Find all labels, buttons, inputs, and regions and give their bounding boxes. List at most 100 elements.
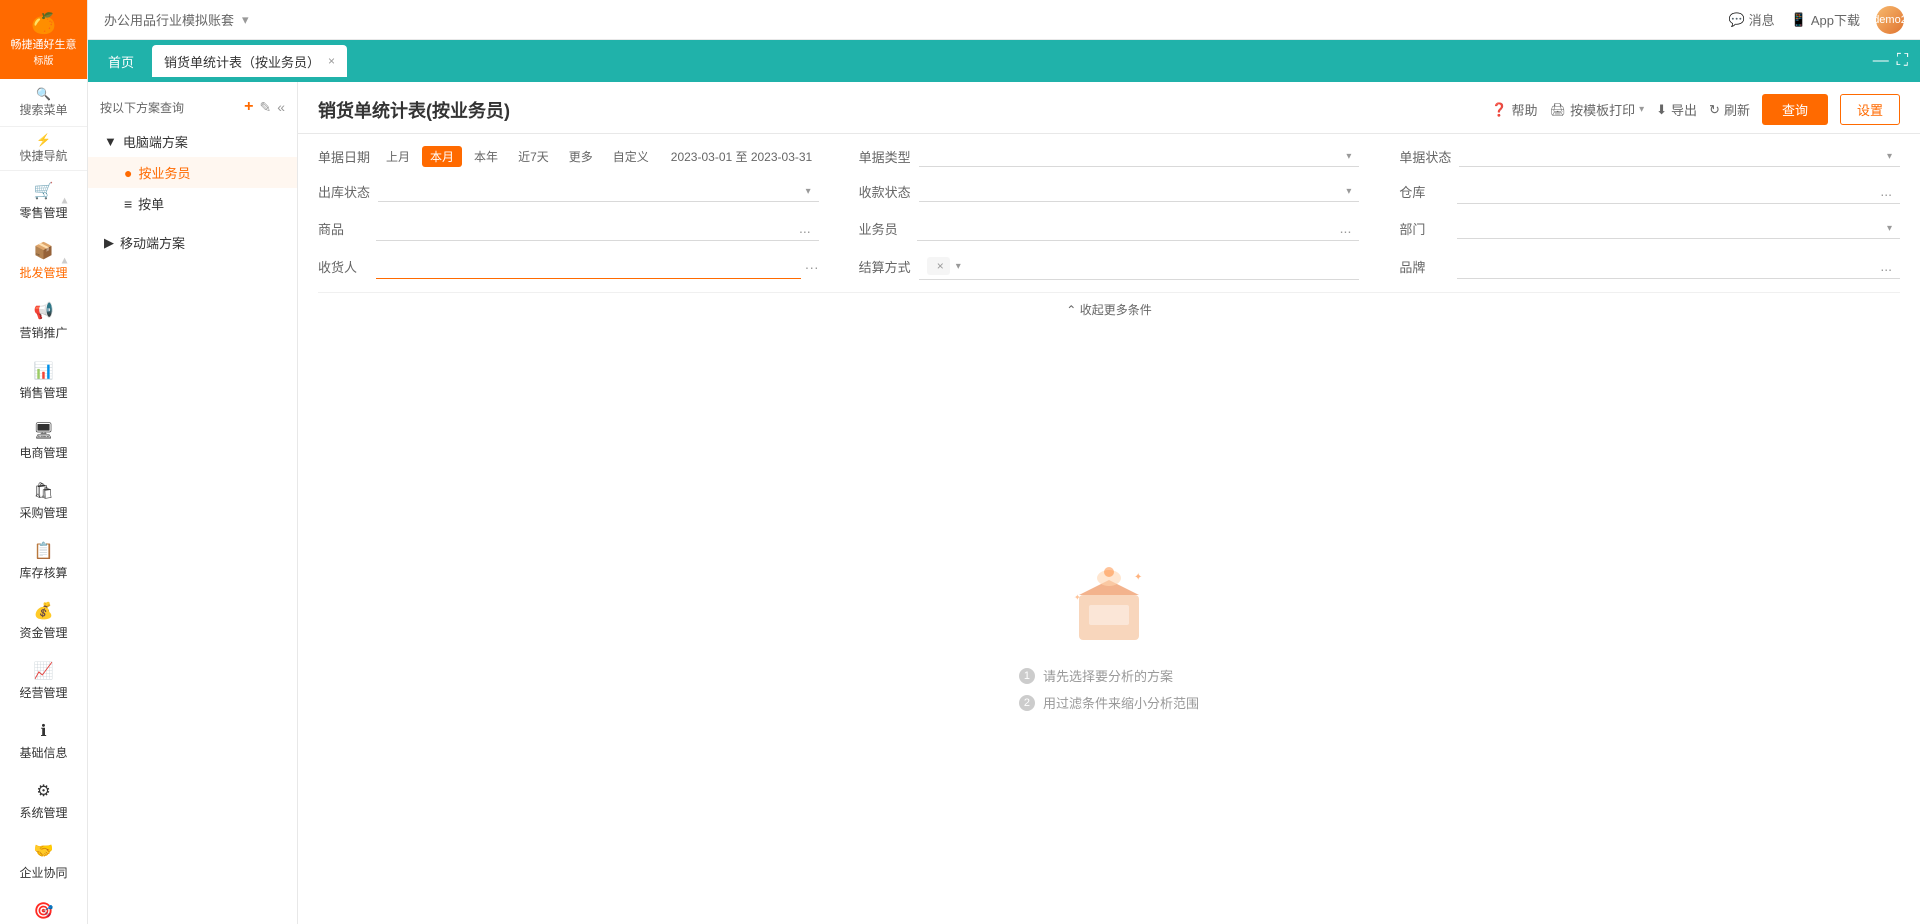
- hint-text-2: 用过滤条件来缩小分析范围: [1043, 693, 1199, 712]
- date-tab-more[interactable]: 更多: [561, 146, 601, 167]
- add-scheme-button[interactable]: +: [244, 98, 253, 116]
- sidebar-item-采购管理[interactable]: 🛍 采购管理: [13, 471, 73, 531]
- nav-label-11: 企业协同: [19, 864, 67, 881]
- collectstatus-select[interactable]: ▾: [919, 182, 1360, 202]
- docstatus-select[interactable]: ▾: [1459, 147, 1900, 167]
- quick-icon: ⚡: [36, 133, 51, 147]
- date-range-display: 2023-03-01 至 2023-03-31: [671, 148, 812, 165]
- nav-icon-11: 🤝: [34, 841, 54, 861]
- sidebar-item-零售管理[interactable]: 🛒 零售管理 ▲: [13, 171, 73, 231]
- empty-illustration: ✦ ✦: [1059, 550, 1159, 650]
- tab-restore-icon[interactable]: —: [1873, 52, 1889, 70]
- salesperson-more-button[interactable]: ...: [1340, 220, 1352, 236]
- hint-text-1: 请先选择要分析的方案: [1043, 666, 1173, 685]
- tree-child-salesperson[interactable]: ● 按业务员: [88, 157, 297, 188]
- sidebar-item-库存核算[interactable]: 📋 库存核算: [13, 531, 73, 591]
- date-tab-last-month[interactable]: 上月: [378, 146, 418, 167]
- message-button[interactable]: 💬 消息: [1728, 10, 1774, 29]
- tab-maximize-icon[interactable]: ⛶: [1897, 52, 1908, 70]
- warehouse-more-button[interactable]: ...: [1880, 183, 1892, 199]
- date-tab-this-year[interactable]: 本年: [466, 146, 506, 167]
- tree-parent-label-mobile: 移动端方案: [120, 233, 185, 252]
- sidebar-search[interactable]: 🔍 搜索菜单: [0, 79, 87, 127]
- nav-label-6: 库存核算: [19, 564, 67, 581]
- nav-label-7: 资金管理: [19, 624, 67, 641]
- nav-icon-12: 🎯: [34, 901, 54, 921]
- refresh-button[interactable]: ↻ 刷新: [1709, 100, 1750, 119]
- page-title: 销货单统计表(按业务员): [318, 97, 510, 123]
- print-dropdown-icon[interactable]: ▾: [1639, 104, 1644, 115]
- settle-clear-button[interactable]: ×: [937, 259, 944, 273]
- tree-group-desktop: ▼ 电脑端方案 ● 按业务员 ≡ 按单: [88, 122, 297, 223]
- export-icon: ⬇: [1656, 102, 1667, 118]
- filter-goods-item: 商品 ...: [318, 216, 819, 241]
- user-avatar[interactable]: demo2: [1876, 6, 1904, 34]
- logo-text: 畅捷通好生意: [11, 39, 77, 51]
- sidebar-logo[interactable]: 🍊 畅捷通好生意 标版: [0, 0, 87, 79]
- topbar-dropdown-icon[interactable]: ▾: [242, 12, 249, 28]
- top-bar: 办公用品行业模拟账套 ▾ 💬 消息 📱 App下载 demo2: [88, 0, 1920, 40]
- logo-icon: 🍊: [8, 10, 79, 38]
- tab-close-icon[interactable]: ×: [328, 54, 335, 68]
- settle-dropdown-icon[interactable]: ▾: [956, 261, 961, 272]
- export-button[interactable]: ⬇ 导出: [1656, 100, 1697, 119]
- message-icon: 💬: [1728, 12, 1744, 28]
- sidebar-item-电商管理[interactable]: 🖥 电商管理: [13, 411, 73, 471]
- doctype-select[interactable]: ▾: [919, 147, 1360, 167]
- nav-icon-5: 🛍: [33, 481, 53, 501]
- filter-docstatus-item: 单据状态 ▾: [1399, 147, 1900, 167]
- doctype-dropdown-icon: ▾: [1346, 151, 1351, 162]
- print-button[interactable]: 🖨 按模板打印 ▾: [1550, 100, 1645, 119]
- tab-home[interactable]: 首页: [92, 40, 150, 82]
- empty-text-block: 1 请先选择要分析的方案 2 用过滤条件来缩小分析范围: [1019, 666, 1199, 712]
- sidebar-item-经营管理[interactable]: 📈 经营管理: [13, 651, 73, 711]
- user-name: demo2: [1873, 14, 1907, 26]
- date-tab-7days[interactable]: 近7天: [510, 146, 557, 167]
- sidebar-item-批发管理[interactable]: 📦 批发管理 ▲: [13, 231, 73, 291]
- empty-hint-1: 1 请先选择要分析的方案: [1019, 666, 1199, 685]
- sidebar-item-系统管理[interactable]: ⚙ 系统管理: [13, 771, 73, 831]
- refresh-icon: ↻: [1709, 102, 1720, 118]
- consignee-input[interactable]: [376, 255, 801, 279]
- docstatus-label: 单据状态: [1399, 147, 1451, 166]
- dept-select[interactable]: ▾: [1457, 219, 1900, 239]
- help-button[interactable]: ❓ 帮助: [1491, 100, 1537, 119]
- tree-parent-mobile[interactable]: ▶ 移动端方案: [88, 227, 297, 258]
- sidebar-item-营销推广[interactable]: 📢 营销推广: [13, 291, 73, 351]
- collapse-filters-button[interactable]: ⌃ 收起更多条件: [318, 292, 1900, 326]
- sidebar-item-新手引导[interactable]: 🎯 新手引导: [13, 891, 73, 924]
- top-bar-right: 💬 消息 📱 App下载 demo2: [1728, 6, 1904, 34]
- consignee-more-button[interactable]: ···: [805, 259, 819, 275]
- filter-date-item: 单据日期 上月 本月 本年 近7天 更多 自定义 2023-03-01 至 20…: [318, 146, 819, 167]
- sidebar-item-企业协同[interactable]: 🤝 企业协同: [13, 831, 73, 891]
- nav-label-3: 销售管理: [19, 384, 67, 401]
- brand-label: 品牌: [1399, 257, 1449, 276]
- date-tab-this-month[interactable]: 本月: [422, 146, 462, 167]
- active-scheme-icon: ●: [124, 165, 132, 181]
- logo-subtitle: 标版: [8, 55, 79, 69]
- empty-state: ✦ ✦ 1 请先选择要分析的方案 2 用过滤条件来缩小分析范围: [298, 338, 1920, 924]
- search-icon: 🔍: [36, 87, 51, 101]
- app-download-button[interactable]: 📱 App下载: [1791, 10, 1860, 29]
- tree-child-by-order[interactable]: ≡ 按单: [88, 188, 297, 219]
- consignee-label: 收货人: [318, 257, 368, 276]
- query-button[interactable]: 查询: [1762, 94, 1828, 125]
- refresh-label: 刷新: [1724, 100, 1750, 119]
- outstatus-select[interactable]: ▾: [378, 182, 819, 202]
- sidebar-item-资金管理[interactable]: 💰 资金管理: [13, 591, 73, 651]
- brand-more-button[interactable]: ...: [1880, 258, 1892, 274]
- sidebar-item-基础信息[interactable]: ℹ 基础信息: [13, 711, 73, 771]
- nav-icon-7: 💰: [34, 601, 54, 621]
- settings-button[interactable]: 设置: [1840, 94, 1900, 125]
- left-panel-actions: + ✎ «: [244, 98, 285, 116]
- sidebar-item-销售管理[interactable]: 📊 销售管理: [13, 351, 73, 411]
- edit-scheme-button[interactable]: ✎: [259, 99, 271, 116]
- tab-active-sales[interactable]: 销货单统计表（按业务员） ×: [152, 45, 347, 77]
- tree-parent-desktop[interactable]: ▼ 电脑端方案: [88, 126, 297, 157]
- goods-more-button[interactable]: ...: [799, 220, 811, 236]
- hint-num-1: 1: [1019, 668, 1035, 684]
- sidebar-quick-nav[interactable]: ⚡ 快捷导航: [0, 127, 87, 171]
- collectstatus-label: 收款状态: [859, 182, 911, 201]
- collapse-panel-button[interactable]: «: [277, 99, 285, 115]
- date-tab-custom[interactable]: 自定义: [605, 146, 657, 167]
